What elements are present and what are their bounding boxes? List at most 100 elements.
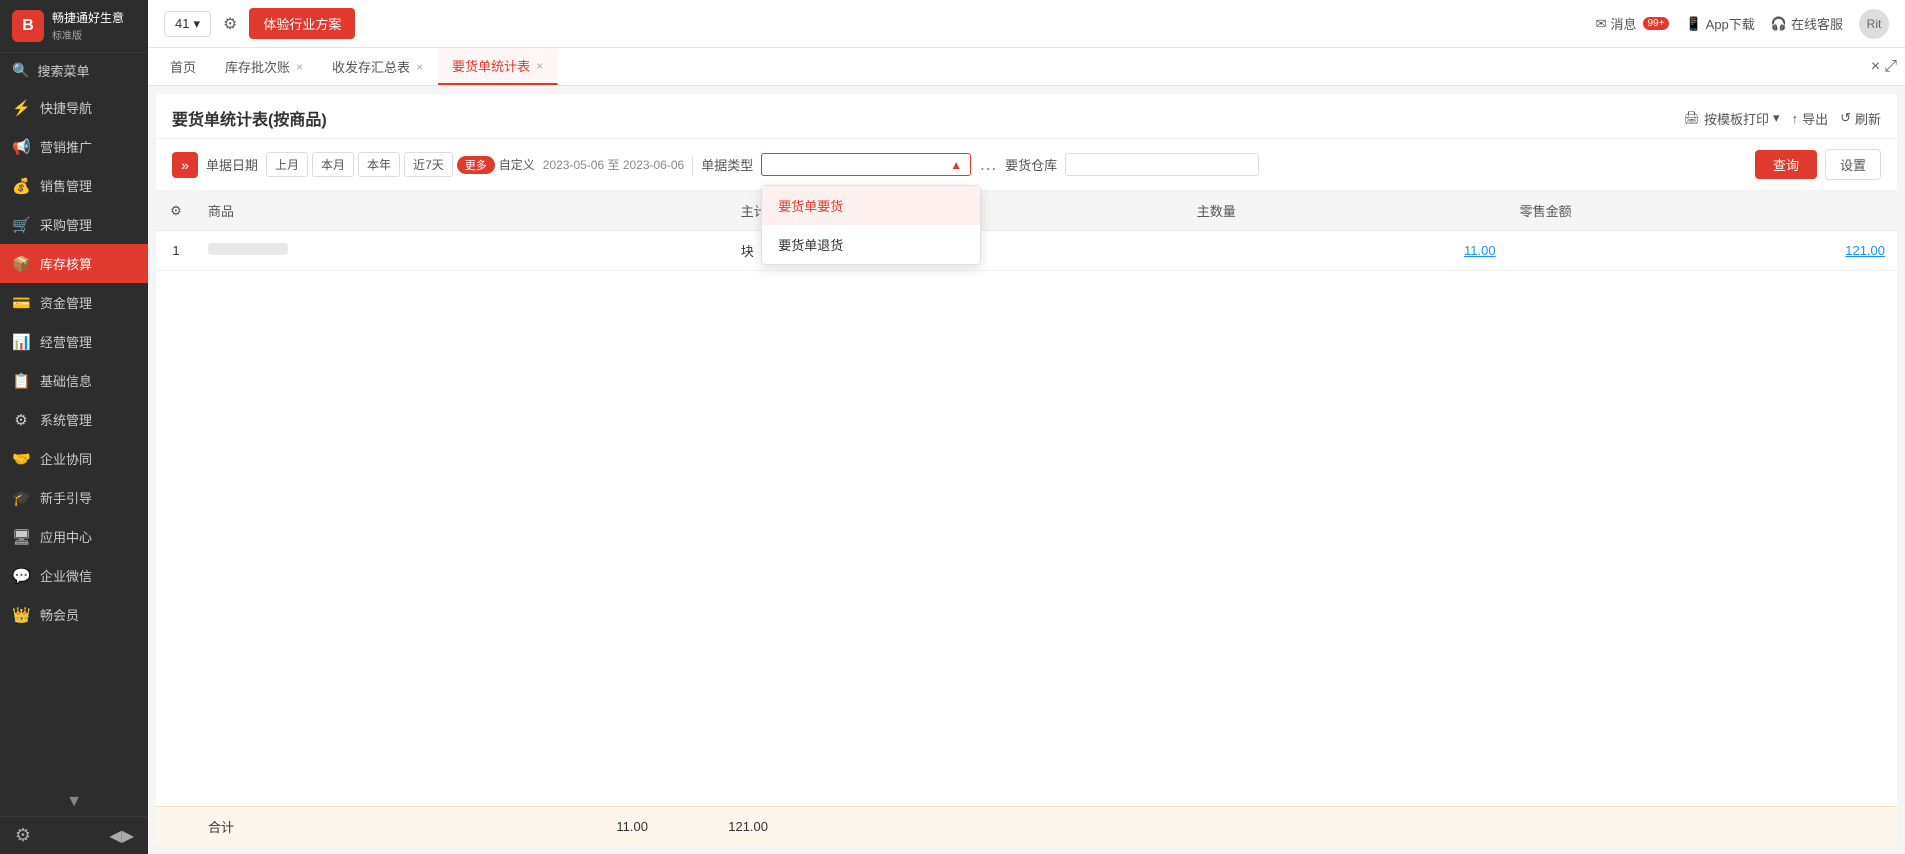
tab-label-home: 首页 (170, 57, 196, 76)
tab-close-receive-summary[interactable]: × (416, 60, 423, 74)
tabs-actions: × ⤢ (1871, 58, 1897, 76)
filter-bar: » 单据日期 上月 本月 本年 近7天 更多 自定义 2023-05-06 至 … (156, 139, 1897, 191)
sidebar-item-purchase[interactable]: 🛒采购管理 (0, 205, 148, 244)
type-filter-label: 单据类型 (701, 155, 753, 174)
th-settings[interactable]: ⚙ (156, 191, 196, 231)
filter-expand-btn[interactable]: » (172, 152, 198, 178)
collapse-icon[interactable]: ◀▶ (109, 826, 134, 846)
sidebar-item-sales[interactable]: 💰销售管理 (0, 166, 148, 205)
sidebar-search[interactable]: 🔍 搜索菜单 (0, 53, 148, 88)
search-icon: 🔍 (12, 62, 29, 79)
topbar-right: ✉ 消息 99+ 📱 App下载 🎧 在线客服 Rit (1596, 9, 1889, 39)
nav-icon-marketing: 📢 (12, 138, 30, 156)
sidebar-item-apps[interactable]: 🖥应用中心 (0, 517, 148, 556)
date-btn-current[interactable]: 本月 (312, 152, 354, 177)
tab-close-inventory-batch[interactable]: × (296, 60, 303, 74)
tab-inventory-batch[interactable]: 库存批次账× (211, 48, 318, 85)
export-btn[interactable]: ↑ 导出 (1792, 109, 1829, 128)
sidebar-nav: ⚡快捷导航📢营销推广💰销售管理🛒采购管理📦库存核算💳资金管理 📊 经营管理 📋基础信息… (0, 88, 148, 788)
date-filter-group: 上月 本月 本年 近7天 更多 自定义 2023-05-06 至 2023-06… (266, 152, 684, 177)
date-custom-btn[interactable]: 自定义 (499, 156, 535, 173)
filter-divider-1 (692, 155, 693, 175)
type-select-input[interactable] (770, 157, 946, 172)
sidebar-item-cooperation[interactable]: 🤝企业协同 (0, 439, 148, 478)
footer-qty: 11.00 (528, 819, 648, 834)
type-dropdown-popup: 要货单要货 要货单退货 (761, 185, 981, 265)
sidebar-item-operations[interactable]: 📊 经营管理 (0, 322, 148, 361)
nav-label-wechat: 企业微信 (40, 566, 92, 585)
dropdown-option-order-return[interactable]: 要货单退货 (762, 225, 980, 264)
nav-icon-operations: 📊 (12, 333, 30, 351)
settings-icon[interactable]: ⚙ (14, 825, 32, 846)
tab-label-receive-summary: 收发存汇总表 (332, 57, 410, 76)
date-filter-label: 单据日期 (206, 155, 258, 174)
sidebar-item-basics[interactable]: 📋基础信息 (0, 361, 148, 400)
message-icon: ✉ (1596, 16, 1607, 32)
date-btn-year[interactable]: 本年 (358, 152, 400, 177)
query-btn[interactable]: 查询 (1755, 150, 1817, 179)
date-btn-7days[interactable]: 近7天 (404, 152, 453, 177)
filter-settings-btn[interactable]: 设置 (1825, 149, 1881, 180)
nav-label-quick-nav: 快捷导航 (40, 98, 92, 117)
app-download-label: App下载 (1706, 14, 1755, 33)
tabs-container: 首页库存批次账× 收发存汇总表 × 要货单统计表 × (156, 48, 558, 85)
sidebar-item-finance[interactable]: 💳资金管理 (0, 283, 148, 322)
type-select[interactable]: ▲ (761, 153, 971, 176)
date-btn-up[interactable]: 上月 (266, 152, 308, 177)
online-service-label: 在线客服 (1791, 14, 1843, 33)
table-wrapper: ⚙ 商品 主计量单位 主数量 零售金额 1 块 (156, 191, 1897, 806)
nav-label-vip: 畅会员 (40, 605, 79, 624)
sidebar-item-system[interactable]: ⚙系统管理 (0, 400, 148, 439)
filter-more-btn[interactable]: … (979, 154, 997, 175)
qty-link[interactable]: 11.00 (1464, 243, 1496, 258)
page-title: 要货单统计表(按商品) (172, 106, 327, 130)
avatar[interactable]: Rit (1859, 9, 1889, 39)
sidebar-item-quick-nav[interactable]: ⚡快捷导航 (0, 88, 148, 127)
th-qty: 主数量 (1185, 191, 1508, 231)
messages-item[interactable]: ✉ 消息 99+ (1596, 14, 1670, 33)
company-dropdown[interactable]: 41 ▾ (164, 11, 211, 37)
sidebar-item-guide[interactable]: 🎓新手引导 (0, 478, 148, 517)
sidebar-item-inventory[interactable]: 📦库存核算 (0, 244, 148, 283)
sidebar-item-vip[interactable]: 👑 畅会员 (0, 595, 148, 634)
nav-icon-apps: 🖥 (12, 528, 30, 546)
sidebar-item-marketing[interactable]: 📢营销推广 (0, 127, 148, 166)
refresh-btn[interactable]: ↺ 刷新 (1840, 109, 1881, 128)
data-table: ⚙ 商品 主计量单位 主数量 零售金额 1 块 (156, 191, 1897, 271)
app-download-item[interactable]: 📱 App下载 (1685, 14, 1754, 33)
nav-label-sales: 销售管理 (40, 176, 92, 195)
dropdown-arrow-icon: ▾ (193, 16, 200, 32)
nav-icon-basics: 📋 (12, 372, 30, 390)
table-header-row: ⚙ 商品 主计量单位 主数量 零售金额 (156, 191, 1897, 231)
online-service-icon: 🎧 (1771, 16, 1787, 32)
goods-placeholder (208, 243, 288, 255)
tabs-expand-btn[interactable]: ⤢ (1884, 58, 1897, 76)
amount-link[interactable]: 121.00 (1845, 243, 1885, 258)
dropdown-option-order-goods[interactable]: 要货单要货 (762, 186, 980, 225)
tab-receive-summary[interactable]: 收发存汇总表 × (318, 48, 438, 85)
company-value: 41 (175, 16, 189, 31)
th-amount: 零售金额 (1508, 191, 1897, 231)
date-more-tag[interactable]: 更多 (457, 156, 495, 174)
page-header: 要货单统计表(按商品) 🖨 按模板打印 ▾ ↑ 导出 ↺ 刷新 (156, 94, 1897, 139)
online-service-item[interactable]: 🎧 在线客服 (1771, 14, 1843, 33)
nav-icon-wechat: 💬 (12, 567, 30, 585)
tab-order-summary[interactable]: 要货单统计表 × (438, 48, 558, 85)
topbar-left: 41 ▾ ⚙ 体验行业方案 (164, 8, 1596, 39)
warehouse-filter-input[interactable] (1065, 153, 1259, 176)
topbar-gear-icon[interactable]: ⚙ (223, 14, 237, 34)
trial-btn[interactable]: 体验行业方案 (249, 8, 355, 39)
warehouse-filter-label: 要货仓库 (1005, 155, 1057, 174)
sidebar-logo: B 畅捷通好生意 标准版 (0, 0, 148, 53)
date-range-display: 2023-05-06 至 2023-06-06 (543, 156, 684, 173)
nav-icon-vip: 👑 (12, 606, 30, 624)
tab-home[interactable]: 首页 (156, 48, 211, 85)
nav-icon-inventory: 📦 (12, 255, 30, 273)
tabs-close-btn[interactable]: × (1871, 58, 1880, 76)
tab-close-order-summary[interactable]: × (536, 59, 543, 73)
sidebar-item-wechat[interactable]: 💬 企业微信 (0, 556, 148, 595)
print-template-btn[interactable]: 🖨 按模板打印 ▾ (1684, 109, 1780, 128)
tab-label-order-summary: 要货单统计表 (452, 56, 530, 75)
nav-label-operations: 经营管理 (40, 332, 92, 351)
sidebar-scroll-down[interactable]: ▼ (0, 788, 148, 816)
